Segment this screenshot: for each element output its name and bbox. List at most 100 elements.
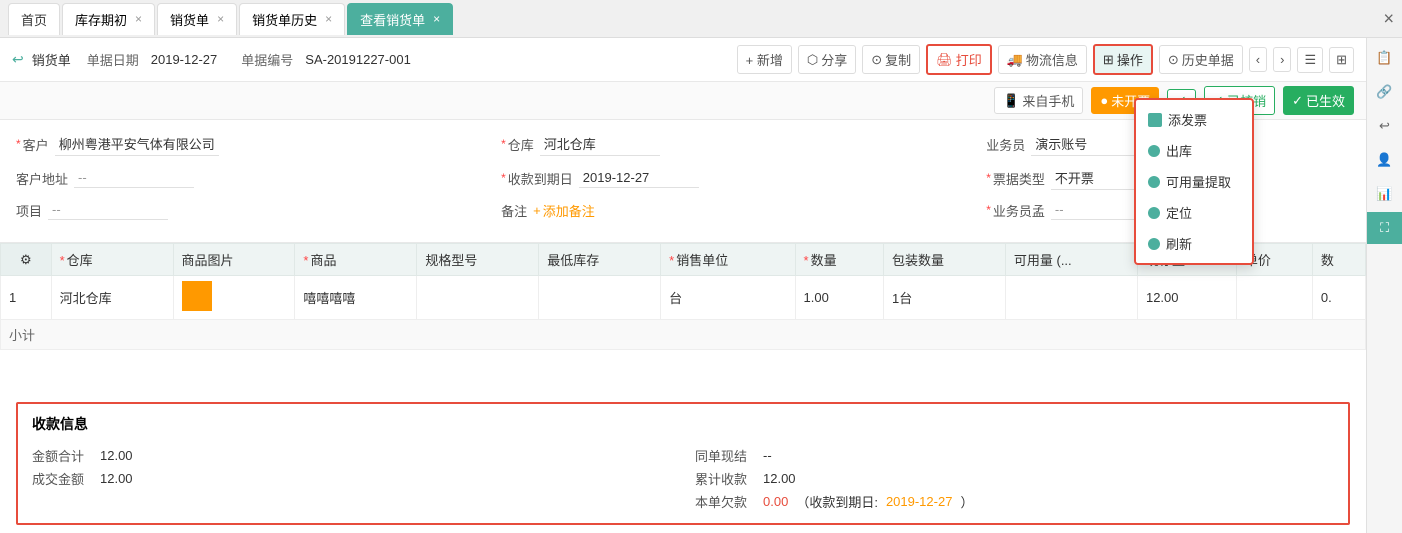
tab-sale-label: 销货单 <box>170 10 209 29</box>
table-row: 1 河北仓库 嘻嘻嘻嘻 台 1.00 1台 12.00 <box>1 276 1366 320</box>
toolbar-right: + 新增 ⬡ 分享 ⊙ 复制 🖨 打印 🚚 物流信息 <box>737 44 1354 75</box>
effective-button[interactable]: ✓ 已生效 <box>1283 86 1354 115</box>
tab-sale-close[interactable]: × <box>217 12 224 26</box>
required-star: * <box>16 137 21 151</box>
payment-date-label: 收款到期日 <box>508 169 573 188</box>
logistics-button[interactable]: 🚚 物流信息 <box>998 45 1087 74</box>
col-unit: *销售单位 <box>661 244 795 276</box>
cumulative-row: 累计收款 12.00 <box>695 467 1334 490</box>
refresh-label: 刷新 <box>1166 234 1192 253</box>
new-button[interactable]: + 新增 <box>737 45 792 74</box>
copy-button[interactable]: ⊙ 复制 <box>862 45 920 74</box>
row-price <box>1236 276 1312 320</box>
payment-grid: 金额合计 12.00 成交金额 12.00 同单现结 -- 累计收款 <box>32 444 1334 513</box>
balance-row: 本单欠款 0.00 （收款到期日: 2019-12-27 ） <box>695 490 1334 513</box>
warehouse-field: * 仓库 河北仓库 <box>501 132 986 156</box>
ops-button[interactable]: ⊞ 操作 <box>1093 44 1153 75</box>
row-avail-qty <box>1005 276 1137 320</box>
col-other: 数 <box>1312 244 1365 276</box>
window-close-button[interactable]: × <box>1383 8 1394 29</box>
row-seq: 1 <box>1 276 52 320</box>
col-pack-qty: 包装数量 <box>883 244 1005 276</box>
tab-sale-history-close[interactable]: × <box>325 12 332 26</box>
print-button[interactable]: 🖨 打印 <box>926 44 992 75</box>
add-note-label: 添加备注 <box>543 201 595 220</box>
ops-button-label: 操作 <box>1117 50 1143 69</box>
same-order-label: 同单现结 <box>695 446 755 465</box>
row-stock: 12.00 <box>1137 276 1236 320</box>
tab-home[interactable]: 首页 <box>8 3 60 35</box>
payment-date-value: 2019-12-27 <box>579 168 699 188</box>
project-field: 项目 -- <box>16 200 501 220</box>
tab-inventory-label: 库存期初 <box>75 10 127 29</box>
balance-label: 本单欠款 <box>695 492 755 511</box>
required-star-2: * <box>501 137 506 151</box>
right-icon-1[interactable]: 📋 <box>1369 42 1401 74</box>
subtotal-row: 小计 <box>1 320 1366 350</box>
col-img: 商品图片 <box>173 244 295 276</box>
nav-prev-button[interactable]: ‹ <box>1249 47 1267 72</box>
history-icon: ⊙ <box>1168 52 1179 68</box>
address-label: 客户地址 <box>16 169 68 188</box>
tab-home-label: 首页 <box>21 10 47 29</box>
tab-view-sale-label: 查看销货单 <box>360 10 425 29</box>
col-spec: 规格型号 <box>417 244 539 276</box>
tab-inventory-close[interactable]: × <box>135 12 142 26</box>
dropdown-outbound[interactable]: 出库 <box>1136 135 1252 166</box>
dropdown-locate[interactable]: 定位 <box>1136 197 1252 228</box>
col-min-stock: 最低库存 <box>539 244 661 276</box>
deal-amount-value: 12.00 <box>100 471 133 486</box>
grid-view-button[interactable]: ⊞ <box>1329 47 1354 73</box>
tab-sale-history[interactable]: 销货单历史 × <box>239 3 345 35</box>
from-phone-button[interactable]: 📱 来自手机 <box>994 87 1083 114</box>
col-qty: *数量 <box>795 244 883 276</box>
tab-inventory[interactable]: 库存期初 × <box>62 3 155 35</box>
staff2-label: 业务员孟 <box>993 201 1045 220</box>
tab-sale-history-label: 销货单历史 <box>252 10 317 29</box>
ticket-type-label: 票据类型 <box>993 169 1045 188</box>
payment-title: 收款信息 <box>32 414 1334 434</box>
dropdown-add-invoice[interactable]: 添发票 <box>1136 104 1252 135</box>
date-value: 2019-12-27 <box>151 52 218 67</box>
share-button[interactable]: ⬡ 分享 <box>798 45 856 74</box>
right-icon-5[interactable]: 📊 <box>1369 178 1401 210</box>
col-gear: ⚙ <box>1 244 52 276</box>
effective-label: 已生效 <box>1306 91 1345 110</box>
project-value: -- <box>48 200 168 220</box>
list-view-button[interactable]: ☰ <box>1297 47 1323 73</box>
right-icon-4[interactable]: 👤 <box>1369 144 1401 176</box>
history-button[interactable]: ⊙ 历史单据 <box>1159 45 1243 74</box>
dropdown-refresh[interactable]: 刷新 <box>1136 228 1252 259</box>
cumulative-value: 12.00 <box>763 471 796 486</box>
outbound-label: 出库 <box>1166 141 1192 160</box>
from-phone-label: 来自手机 <box>1022 91 1074 110</box>
required-star-3: * <box>501 171 506 185</box>
right-icon-2[interactable]: 🔗 <box>1369 76 1401 108</box>
col-product: *商品 <box>295 244 417 276</box>
row-warehouse: 河北仓库 <box>51 276 173 320</box>
add-note-button[interactable]: + 添加备注 <box>533 201 595 220</box>
tab-view-sale-close[interactable]: × <box>433 12 440 26</box>
nav-next-button[interactable]: › <box>1273 47 1291 72</box>
payment-date-field: * 收款到期日 2019-12-27 <box>501 168 986 188</box>
no-label: 单据编号 <box>241 50 293 69</box>
right-icon-3[interactable]: ↩ <box>1369 110 1401 142</box>
col-avail-qty: 可用量 (... <box>1005 244 1137 276</box>
payment-left: 金额合计 12.00 成交金额 12.00 <box>32 444 671 513</box>
tab-bar: 首页 库存期初 × 销货单 × 销货单历史 × 查看销货单 × × <box>0 0 1402 38</box>
product-image <box>182 281 212 311</box>
tab-sale[interactable]: 销货单 × <box>157 3 237 35</box>
warehouse-label: 仓库 <box>508 135 534 154</box>
right-icon-expand[interactable]: ⛶ <box>1367 212 1402 244</box>
user-icon: 👤 <box>1376 152 1392 168</box>
note-label: 备注 <box>501 201 527 220</box>
add-invoice-label: 添发票 <box>1168 110 1207 129</box>
dropdown-avail-extract[interactable]: 可用量提取 <box>1136 166 1252 197</box>
expand-icon: ⛶ <box>1380 220 1389 236</box>
main-toolbar: ↩ 销货单 单据日期 2019-12-27 单据编号 SA-20191227-0… <box>0 38 1366 82</box>
row-spec <box>417 276 539 320</box>
list-view-icon: ☰ <box>1304 52 1316 67</box>
share-icon: ⬡ <box>807 52 818 68</box>
ops-icon: ⊞ <box>1103 52 1114 68</box>
tab-view-sale[interactable]: 查看销货单 × <box>347 3 453 35</box>
